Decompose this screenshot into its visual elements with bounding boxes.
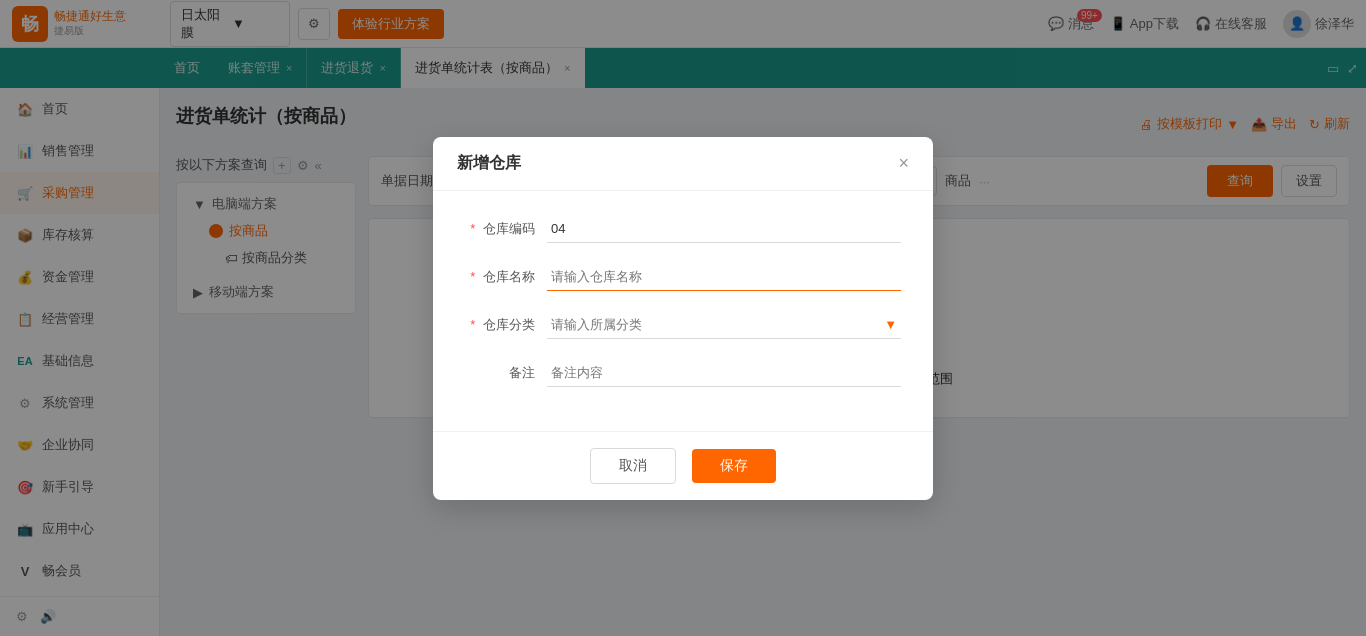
modal-footer: 取消 保存 [433,431,933,500]
modal-title: 新增仓库 [457,153,521,174]
remark-row: 备注 [465,359,901,387]
remark-input[interactable] [547,359,901,387]
warehouse-category-label: * 仓库分类 [465,316,535,334]
warehouse-name-row: * 仓库名称 [465,263,901,291]
category-dropdown-icon: ▼ [884,317,897,332]
modal-close-button[interactable]: × [898,153,909,174]
warehouse-category-input[interactable] [551,317,884,332]
warehouse-code-label: * 仓库编码 [465,220,535,238]
warehouse-code-input[interactable] [547,215,901,243]
save-button[interactable]: 保存 [692,449,776,483]
warehouse-category-select[interactable]: ▼ [547,311,901,339]
warehouse-name-label: * 仓库名称 [465,268,535,286]
modal-body: * 仓库编码 * 仓库名称 * 仓库分类 [433,191,933,431]
remark-label: 备注 [465,364,535,382]
warehouse-category-row: * 仓库分类 ▼ [465,311,901,339]
modal-header: 新增仓库 × [433,137,933,191]
warehouse-code-row: * 仓库编码 [465,215,901,243]
cancel-button[interactable]: 取消 [590,448,676,484]
add-warehouse-modal: 新增仓库 × * 仓库编码 * 仓库名称 [433,137,933,500]
warehouse-name-input[interactable] [547,263,901,291]
modal-overlay: 新增仓库 × * 仓库编码 * 仓库名称 [0,0,1366,636]
